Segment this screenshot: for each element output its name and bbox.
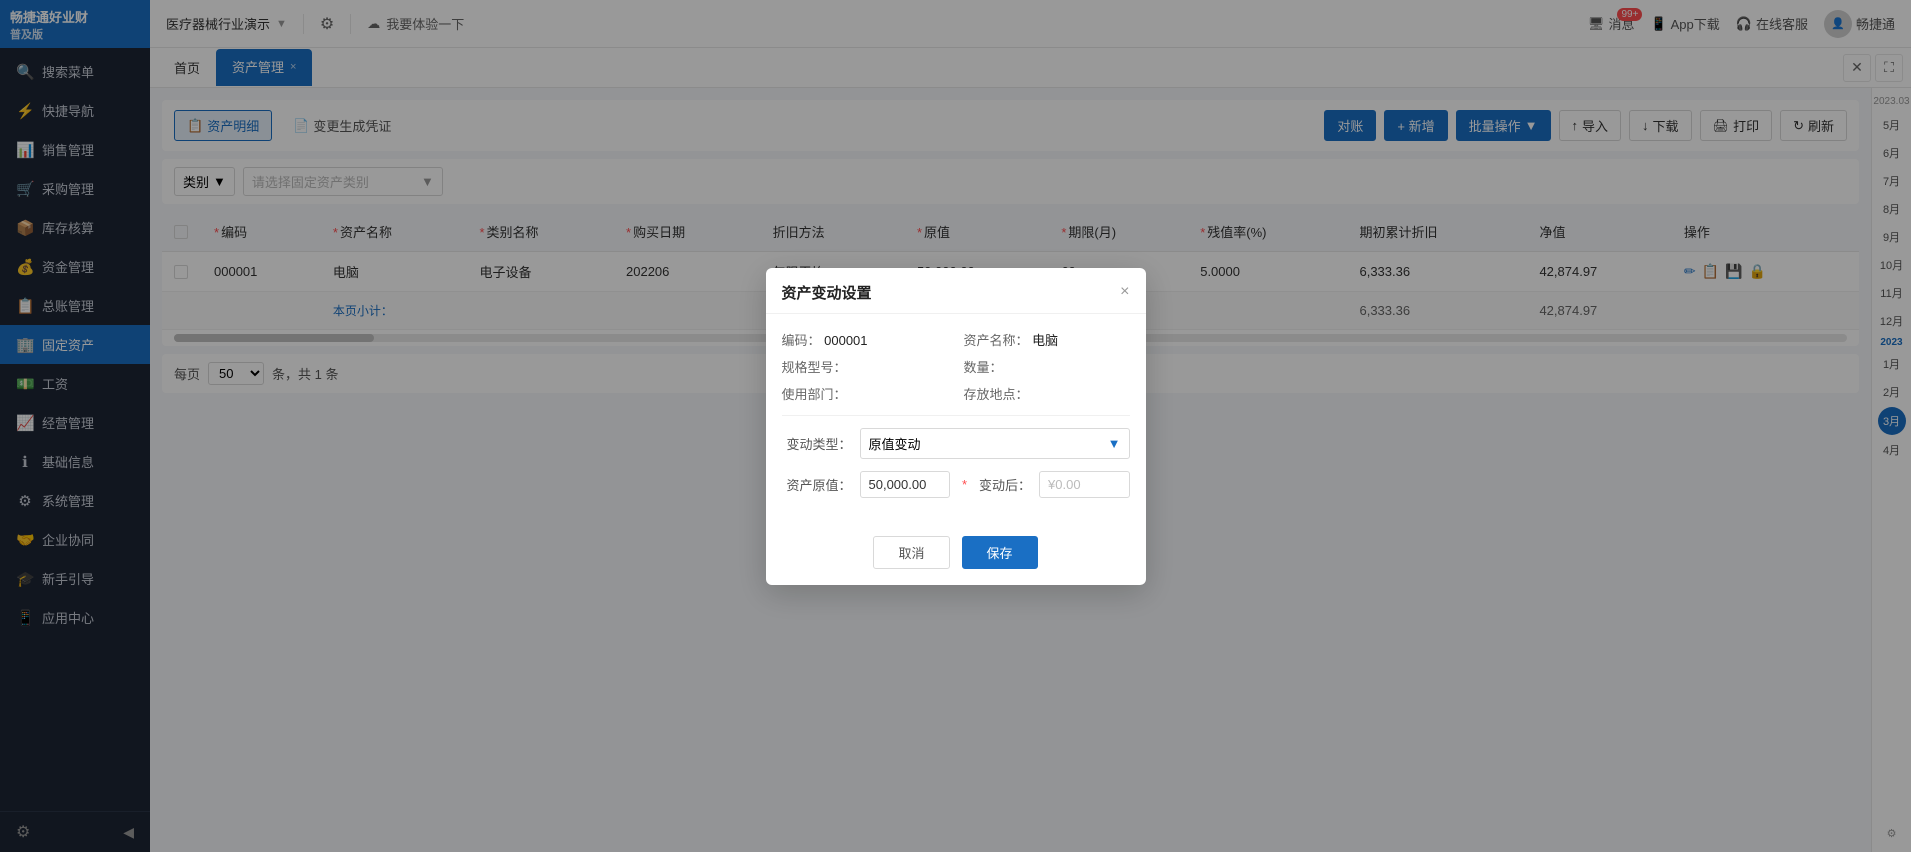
modal-divider — [782, 415, 1130, 416]
after-change-input[interactable]: ¥0.00 — [1039, 471, 1129, 498]
modal-asset-value-field: 资产原值： 50,000.00 * 变动后： ¥0.00 — [782, 471, 1130, 498]
select-dropdown-icon: ▼ — [1108, 436, 1121, 451]
modal-location-field: 存放地点： — [964, 384, 1130, 403]
modal-name-field: 资产名称： 电脑 — [964, 330, 1130, 349]
modal-change-type-field: 变动类型： 原值变动 ▼ — [782, 428, 1130, 459]
modal-body: 编码： 000001 资产名称： 电脑 规格型号： 数量： 使用部门： — [766, 314, 1146, 526]
required-star: * — [962, 477, 967, 492]
modal-close-btn[interactable]: × — [1120, 283, 1129, 301]
modal-info-grid: 编码： 000001 资产名称： 电脑 规格型号： 数量： 使用部门： — [782, 330, 1130, 403]
asset-value-input[interactable]: 50,000.00 — [860, 471, 950, 498]
modal-overlay: 资产变动设置 × 编码： 000001 资产名称： 电脑 规格型号： 数量： — [0, 0, 1911, 852]
save-btn[interactable]: 保存 — [962, 536, 1038, 569]
modal-footer: 取消 保存 — [766, 526, 1146, 585]
modal-dept-field: 使用部门： — [782, 384, 948, 403]
cancel-btn[interactable]: 取消 — [873, 536, 949, 569]
modal-title: 资产变动设置 — [782, 282, 872, 303]
change-type-select[interactable]: 原值变动 ▼ — [860, 428, 1130, 459]
modal-header: 资产变动设置 × — [766, 268, 1146, 314]
modal-quantity-field: 数量： — [964, 357, 1130, 376]
modal-code-field: 编码： 000001 — [782, 330, 948, 349]
asset-change-modal: 资产变动设置 × 编码： 000001 资产名称： 电脑 规格型号： 数量： — [766, 268, 1146, 585]
modal-spec-field: 规格型号： — [782, 357, 948, 376]
